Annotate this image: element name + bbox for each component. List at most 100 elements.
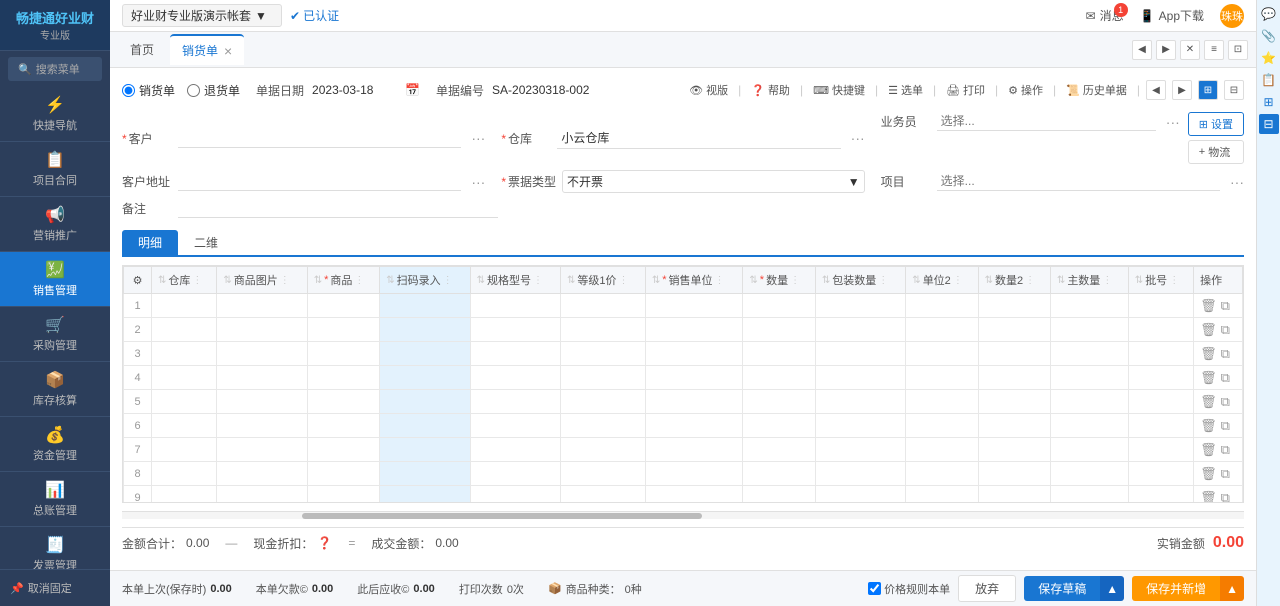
view-prev-btn[interactable]: ◀ bbox=[1146, 80, 1166, 100]
cell-qty2[interactable] bbox=[978, 438, 1050, 462]
cell-scan-import[interactable] bbox=[380, 486, 470, 504]
company-select[interactable]: 好业财专业版演示帐套 ▼ bbox=[122, 4, 282, 27]
sidebar-bottom-item[interactable]: 📌 取消固定 bbox=[6, 576, 104, 600]
calendar-icon[interactable]: 📅 bbox=[405, 83, 420, 97]
cell-sale-unit[interactable] bbox=[645, 462, 743, 486]
customer-dots[interactable]: ··· bbox=[471, 130, 485, 146]
cell-qty2[interactable] bbox=[978, 318, 1050, 342]
cell-sale-unit[interactable] bbox=[645, 318, 743, 342]
cell-warehouse[interactable] bbox=[152, 390, 217, 414]
cell-quantity[interactable] bbox=[743, 438, 816, 462]
save-draft-button[interactable]: 保存草稿 bbox=[1024, 576, 1100, 601]
row-copy-btn[interactable]: ⧉ bbox=[1221, 346, 1230, 362]
cell-unit2[interactable] bbox=[906, 414, 978, 438]
tab-expand-button[interactable]: ⊡ bbox=[1228, 40, 1248, 60]
app-download-action[interactable]: 📱 App下载 bbox=[1140, 7, 1204, 24]
cell-product[interactable] bbox=[307, 390, 380, 414]
salesperson-input[interactable] bbox=[937, 112, 1156, 131]
cell-qty2[interactable] bbox=[978, 462, 1050, 486]
cell-price1[interactable] bbox=[561, 294, 646, 318]
remark-input[interactable] bbox=[178, 199, 498, 218]
radio-sale[interactable]: 销货单 bbox=[122, 82, 175, 99]
sidebar-item-sales[interactable]: 💹 销售管理 bbox=[0, 252, 110, 307]
cell-unit2[interactable] bbox=[906, 390, 978, 414]
cell-quantity[interactable] bbox=[743, 486, 816, 504]
save-new-arrow-button[interactable]: ▲ bbox=[1220, 576, 1244, 601]
cell-product[interactable] bbox=[307, 462, 380, 486]
abandon-button[interactable]: 放弃 bbox=[958, 575, 1016, 602]
row-delete-btn[interactable]: 🗑 bbox=[1200, 346, 1217, 362]
sidebar-item-inventory[interactable]: 📦 库存核算 bbox=[0, 362, 110, 417]
quick-btn-attach[interactable]: 📎 bbox=[1259, 26, 1279, 46]
cell-price1[interactable] bbox=[561, 414, 646, 438]
row-copy-btn[interactable]: ⧉ bbox=[1221, 442, 1230, 458]
price-rule-checkbox[interactable]: 价格规则本单 bbox=[868, 581, 950, 597]
sidebar-item-invoice[interactable]: 🧾 发票管理 bbox=[0, 527, 110, 569]
cell-product[interactable] bbox=[307, 438, 380, 462]
tab-detail[interactable]: 明细 bbox=[122, 230, 178, 255]
th-settings[interactable]: ⚙ bbox=[124, 267, 152, 294]
cell-warehouse[interactable] bbox=[152, 438, 217, 462]
project-dots[interactable]: ··· bbox=[1230, 174, 1244, 190]
cell-sale-unit[interactable] bbox=[645, 390, 743, 414]
cell-spec[interactable] bbox=[470, 486, 560, 504]
cell-qty2[interactable] bbox=[978, 294, 1050, 318]
date-input[interactable] bbox=[312, 83, 397, 97]
search-button[interactable]: 🔍 搜索菜单 bbox=[8, 57, 102, 81]
cell-qty2[interactable] bbox=[978, 366, 1050, 390]
row-copy-btn[interactable]: ⧉ bbox=[1221, 370, 1230, 386]
cell-unit2[interactable] bbox=[906, 366, 978, 390]
tab-list-button[interactable]: ≡ bbox=[1204, 40, 1224, 60]
address-input[interactable] bbox=[178, 172, 461, 191]
cell-main-qty[interactable] bbox=[1050, 390, 1128, 414]
cell-spec[interactable] bbox=[470, 462, 560, 486]
cell-main-qty[interactable] bbox=[1050, 438, 1128, 462]
row-delete-btn[interactable]: 🗑 bbox=[1200, 298, 1217, 314]
cell-product[interactable] bbox=[307, 366, 380, 390]
sidebar-item-purchase[interactable]: 🛒 采购管理 bbox=[0, 307, 110, 362]
cell-batch[interactable] bbox=[1128, 366, 1193, 390]
customer-input[interactable] bbox=[178, 129, 461, 148]
cell-price1[interactable] bbox=[561, 342, 646, 366]
cell-spec[interactable] bbox=[470, 390, 560, 414]
cell-batch[interactable] bbox=[1128, 438, 1193, 462]
cell-main-qty[interactable] bbox=[1050, 342, 1128, 366]
cell-spec[interactable] bbox=[470, 294, 560, 318]
shortcut-btn[interactable]: ⌨ 快捷键 bbox=[809, 80, 869, 100]
salesperson-dots[interactable]: ··· bbox=[1166, 114, 1180, 130]
cell-pack-qty[interactable] bbox=[815, 438, 905, 462]
cell-batch[interactable] bbox=[1128, 414, 1193, 438]
cell-main-qty[interactable] bbox=[1050, 462, 1128, 486]
cell-spec[interactable] bbox=[470, 366, 560, 390]
cell-unit2[interactable] bbox=[906, 438, 978, 462]
notification-action[interactable]: ✉ 消息 1 bbox=[1086, 7, 1124, 24]
cell-warehouse[interactable] bbox=[152, 366, 217, 390]
sidebar-search-area[interactable]: 🔍 搜索菜单 bbox=[0, 51, 110, 87]
cell-sale-unit[interactable] bbox=[645, 438, 743, 462]
warehouse-dots[interactable]: ··· bbox=[851, 130, 865, 146]
cell-scan-import[interactable] bbox=[380, 342, 470, 366]
tab-sale-order[interactable]: 销货单 × bbox=[170, 34, 244, 65]
tab-prev-button[interactable]: ◀ bbox=[1132, 40, 1152, 60]
cell-pack-qty[interactable] bbox=[815, 342, 905, 366]
cell-main-qty[interactable] bbox=[1050, 318, 1128, 342]
operation-btn[interactable]: ⚙ 操作 bbox=[1004, 80, 1047, 100]
cell-scan-import[interactable] bbox=[380, 414, 470, 438]
cell-pack-qty[interactable] bbox=[815, 318, 905, 342]
row-copy-btn[interactable]: ⧉ bbox=[1221, 490, 1230, 504]
view-next-btn[interactable]: ▶ bbox=[1172, 80, 1192, 100]
cell-qty2[interactable] bbox=[978, 390, 1050, 414]
cell-spec[interactable] bbox=[470, 342, 560, 366]
cell-warehouse[interactable] bbox=[152, 342, 217, 366]
cell-pack-qty[interactable] bbox=[815, 486, 905, 504]
price-rule-checkbox-input[interactable] bbox=[868, 582, 881, 595]
cell-product-img[interactable] bbox=[217, 414, 307, 438]
cell-sale-unit[interactable] bbox=[645, 342, 743, 366]
cell-warehouse[interactable] bbox=[152, 294, 217, 318]
cell-main-qty[interactable] bbox=[1050, 294, 1128, 318]
cell-product-img[interactable] bbox=[217, 462, 307, 486]
tab-next-button[interactable]: ▶ bbox=[1156, 40, 1176, 60]
cell-pack-qty[interactable] bbox=[815, 366, 905, 390]
radio-sale-input[interactable] bbox=[122, 84, 135, 97]
cell-spec[interactable] bbox=[470, 414, 560, 438]
